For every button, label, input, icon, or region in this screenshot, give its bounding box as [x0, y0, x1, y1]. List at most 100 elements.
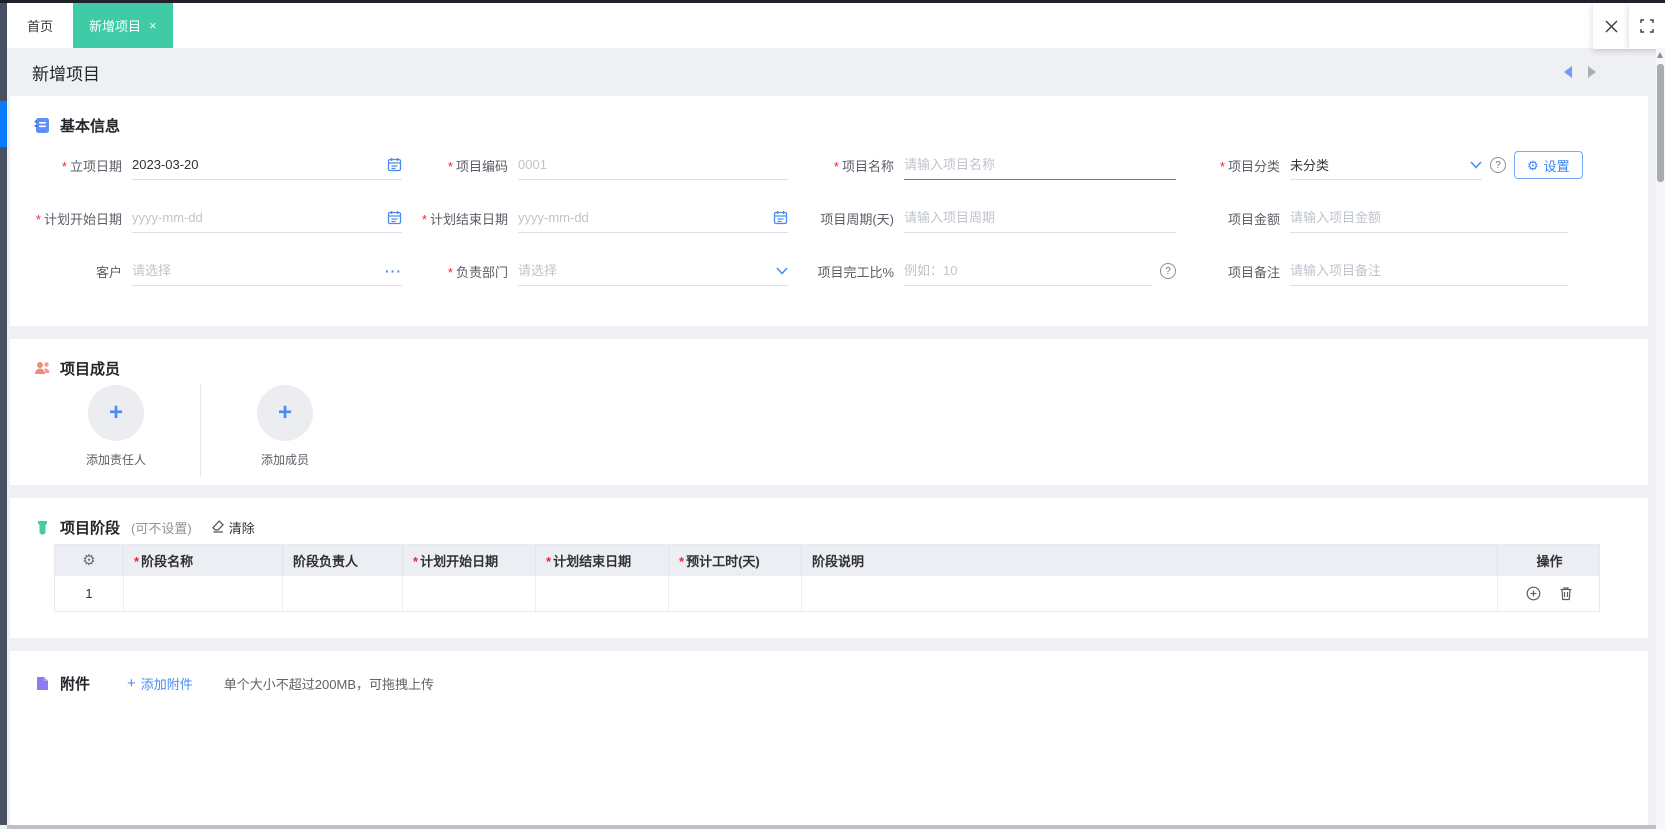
plus-icon: + — [277, 399, 292, 426]
vertical-scrollbar[interactable] — [1656, 48, 1665, 829]
col-stage-end: * 计划结束日期 — [536, 545, 669, 575]
field-label-kehu: 客户 — [95, 264, 122, 280]
stage-hours-cell[interactable] — [679, 576, 791, 611]
stage-end-cell[interactable] — [546, 576, 658, 611]
close-icon — [1605, 20, 1618, 33]
tab-new-project[interactable]: 新增项目 × — [73, 3, 173, 48]
tab-home-label: 首页 — [27, 19, 54, 34]
col-stage-hours: * 预计工时(天) — [669, 545, 802, 575]
field-label-lixiang: * 立项日期 — [61, 158, 122, 174]
sidebar-active-indicator — [0, 101, 7, 147]
fenlei-settings-button[interactable]: ⚙ 设置 — [1514, 151, 1583, 179]
chevron-down-icon[interactable] — [1470, 160, 1482, 169]
add-owner-circle[interactable]: + — [88, 385, 144, 441]
collapsed-sidebar-strip — [0, 3, 7, 825]
kehu-select[interactable] — [132, 256, 381, 285]
stage-owner-cell[interactable] — [293, 576, 392, 611]
beizhu-input[interactable] — [1290, 256, 1568, 285]
members-divider — [200, 385, 201, 477]
stages-title: 项目阶段 — [60, 519, 121, 537]
bumen-select[interactable] — [518, 256, 772, 285]
basic-info-card: 基本信息 *立项日期 *项目编码 *项目名称 *项目分类 — [10, 96, 1648, 326]
stage-row-index: 1 — [55, 575, 124, 611]
members-icon — [34, 360, 51, 377]
members-card: 项目成员 + 添加责任人 + 添加成员 — [10, 339, 1648, 485]
stage-desc-cell[interactable] — [812, 576, 1487, 611]
bianma-input[interactable] — [518, 150, 788, 179]
col-stage-start: * 计划开始日期 — [403, 545, 536, 575]
stage-row: 1 — [55, 575, 1601, 611]
members-body: + 添加责任人 + 添加成员 — [10, 379, 1648, 477]
nav-prev-icon[interactable] — [1564, 66, 1572, 78]
kehu-more-icon[interactable]: ··· — [385, 264, 402, 278]
field-label-jieshu: * 计划结束日期 — [421, 211, 508, 227]
tab-close-icon[interactable]: × — [149, 18, 157, 33]
col-stage-owner: 阶段负责人 — [283, 545, 403, 575]
add-attachment-button[interactable]: + 添加附件 — [127, 674, 193, 693]
attachments-icon — [34, 675, 51, 692]
add-member-button[interactable]: + 添加成员 — [227, 385, 343, 477]
calendar-icon[interactable] — [387, 157, 402, 172]
jine-input[interactable] — [1290, 203, 1568, 232]
window-controls — [1593, 3, 1665, 49]
zhouqi-input[interactable] — [904, 203, 1176, 232]
mingcheng-input[interactable] — [904, 150, 1176, 179]
basic-info-form: *立项日期 *项目编码 *项目名称 *项目分类 ? ⚙ — [10, 136, 1648, 286]
page-new-project: 新增项目 基本信息 *立项日期 *项目编码 *项目名称 — [7, 48, 1656, 825]
scroll-up-icon[interactable] — [1657, 52, 1663, 58]
fullscreen-button[interactable] — [1629, 3, 1665, 49]
field-label-zhouqi: 项目周期(天) — [820, 211, 894, 227]
plus-icon: + — [108, 399, 123, 426]
stages-hint: (可不设置) — [131, 520, 192, 536]
page-header: 新增项目 — [7, 48, 1656, 96]
add-owner-button[interactable]: + 添加责任人 — [58, 385, 174, 477]
stage-row-actions — [1498, 575, 1601, 611]
nav-next-icon[interactable] — [1588, 66, 1596, 78]
header-nav-arrows — [1564, 48, 1596, 96]
tab-bar: 首页 新增项目 × — [7, 3, 1665, 49]
calendar-icon[interactable] — [387, 210, 402, 225]
fenlei-select[interactable] — [1290, 150, 1466, 179]
scrollbar-thumb[interactable] — [1657, 64, 1664, 182]
field-label-beizhu: 项目备注 — [1227, 264, 1280, 280]
stage-start-cell[interactable] — [413, 576, 525, 611]
add-member-label: 添加成员 — [260, 453, 309, 467]
field-label-bumen: * 负责部门 — [447, 264, 508, 280]
plus-icon: + — [127, 675, 136, 692]
eraser-icon — [211, 519, 225, 536]
chevron-down-icon[interactable] — [776, 266, 788, 275]
window-top-border — [0, 0, 1665, 3]
jieshu-date-input[interactable] — [518, 203, 769, 232]
field-label-fenlei: * 项目分类 — [1219, 158, 1280, 174]
field-label-kaishi: * 计划开始日期 — [35, 211, 122, 227]
field-label-jine: 项目金额 — [1227, 211, 1280, 227]
attachments-hint: 单个大小不超过200MB，可拖拽上传 — [223, 677, 434, 692]
field-label-wangong: 项目完工比% — [817, 264, 894, 280]
stages-table-header: ⚙ * 阶段名称 阶段负责人 * 计划开始日期 * 计划结束日期 * 预计工时(天) 阶… — [55, 545, 1599, 575]
tab-new-project-label: 新增项目 — [89, 19, 142, 34]
delete-row-icon[interactable] — [1559, 586, 1573, 601]
fullscreen-icon — [1640, 19, 1654, 33]
gear-icon: ⚙ — [1527, 157, 1539, 173]
page-title: 新增项目 — [32, 64, 100, 84]
tab-home[interactable]: 首页 — [7, 3, 73, 48]
stages-icon — [34, 519, 51, 536]
basic-info-icon — [34, 117, 51, 134]
add-row-icon[interactable] — [1526, 586, 1541, 601]
window-bottom-border — [7, 825, 1665, 829]
kaishi-date-input[interactable] — [132, 203, 383, 232]
add-member-circle[interactable]: + — [257, 385, 313, 441]
col-stage-name: * 阶段名称 — [124, 545, 283, 575]
column-settings-gear-icon[interactable]: ⚙ — [55, 545, 124, 575]
stages-card: 项目阶段 (可不设置) 清除 ⚙ * 阶段名称 阶段负责人 * 计划开始日期 * 计划… — [10, 498, 1648, 638]
lixiang-date-input[interactable] — [132, 150, 383, 179]
col-stage-action: 操作 — [1536, 553, 1563, 569]
stage-name-cell[interactable] — [134, 576, 272, 611]
fenlei-help-icon[interactable]: ? — [1490, 157, 1506, 173]
wangong-input[interactable] — [904, 256, 1152, 285]
wangong-help-icon[interactable]: ? — [1160, 263, 1176, 279]
stages-clear-button[interactable]: 清除 — [211, 518, 255, 537]
close-button[interactable] — [1593, 3, 1629, 49]
attachments-title: 附件 — [60, 676, 91, 693]
calendar-icon[interactable] — [773, 210, 788, 225]
